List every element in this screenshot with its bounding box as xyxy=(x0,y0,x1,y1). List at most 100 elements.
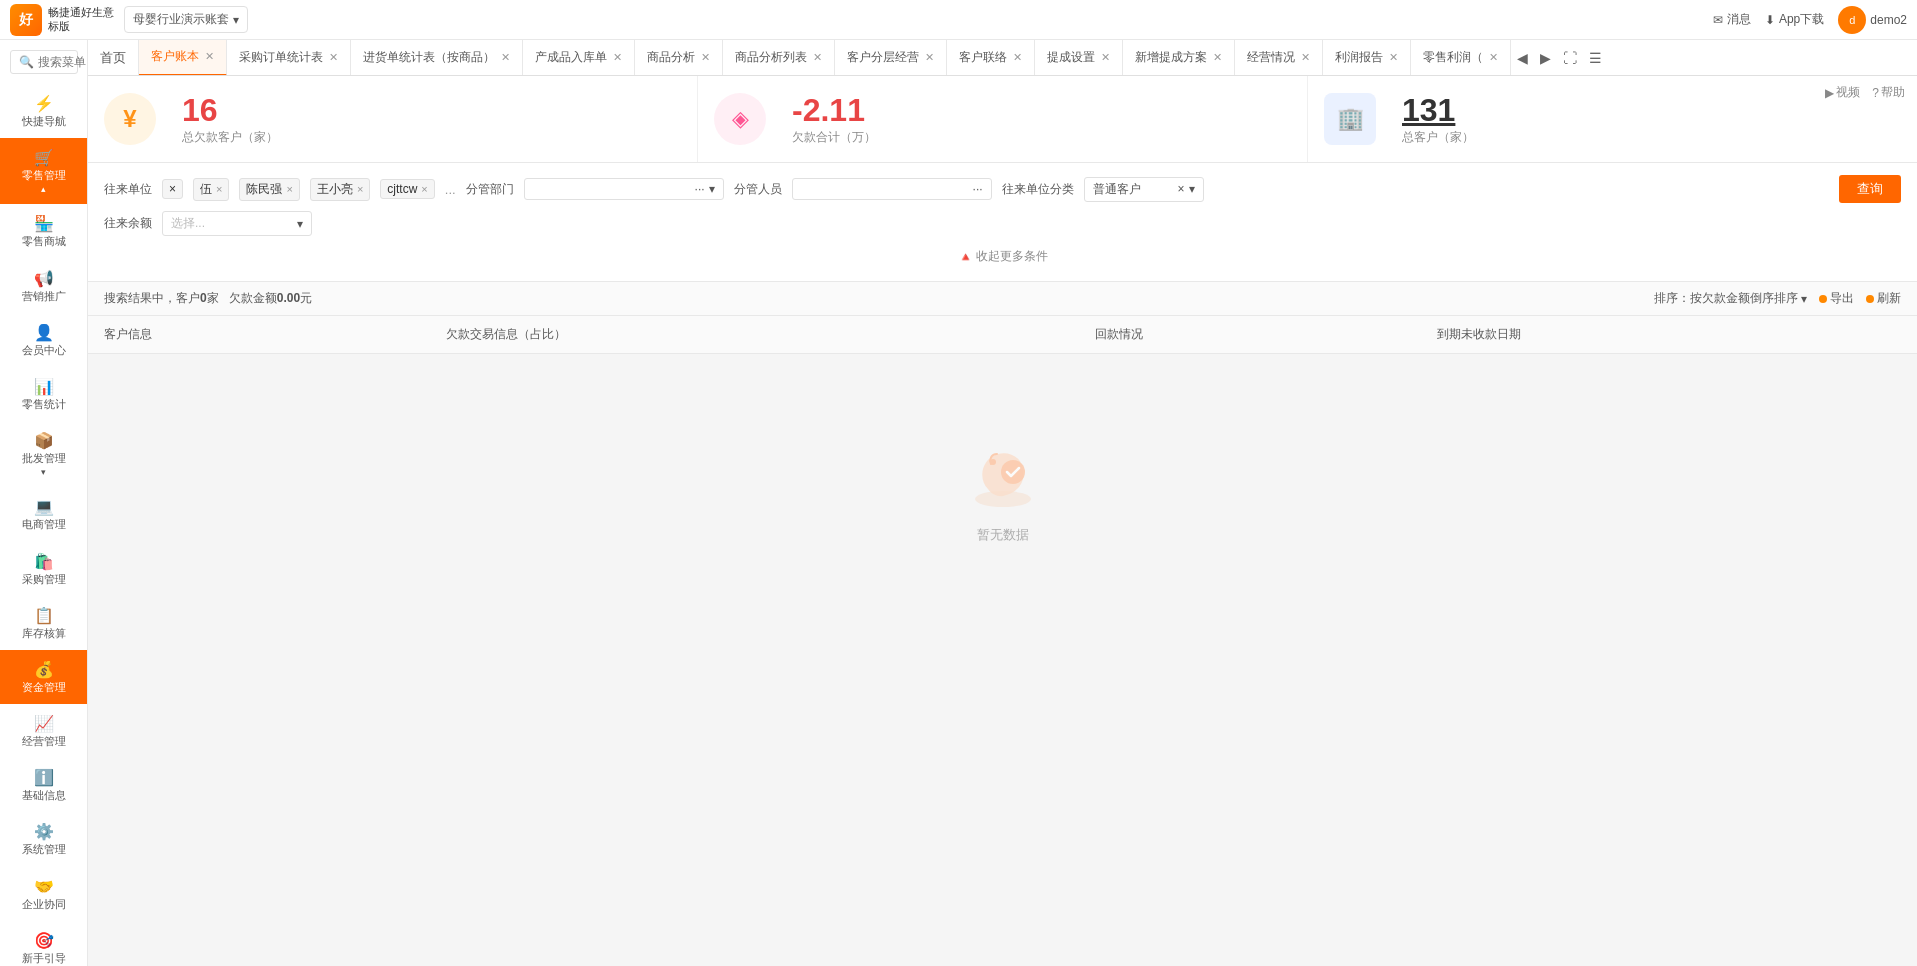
filter-more-btn[interactable]: ... xyxy=(445,182,456,197)
tab-close-purchase[interactable]: ✕ xyxy=(329,51,338,64)
tab-close-retail-profit[interactable]: ✕ xyxy=(1489,51,1498,64)
unit-class-label: 往来单位分类 xyxy=(1002,181,1074,198)
tab-prev-btn[interactable]: ◀ xyxy=(1511,40,1534,76)
sidebar-item-marketing[interactable]: 📢 营销推广 xyxy=(0,259,87,313)
sidebar-item-retail[interactable]: 🛒 零售管理 ▴ xyxy=(0,138,87,204)
sidebar-item-quick-nav[interactable]: ⚡ 快捷导航 xyxy=(0,84,87,138)
branch-dept-select[interactable]: ··· ▾ xyxy=(524,178,724,200)
app-wrapper: 好 畅捷通好生意 标版 母婴行业演示账套 ▾ ✉ 消息 ⬇ App下载 d de… xyxy=(0,0,1917,966)
finance-icon: 💰 xyxy=(34,660,54,679)
card1-bg-circle: ¥ xyxy=(104,93,156,145)
card3-value[interactable]: 131 xyxy=(1402,92,1893,129)
tab-customer-contact[interactable]: 客户联络 ✕ xyxy=(947,40,1035,76)
video-btn[interactable]: ▶ 视频 xyxy=(1825,84,1860,101)
tab-product-analysis-list[interactable]: 商品分析列表 ✕ xyxy=(723,40,835,76)
tab-purchase-order[interactable]: 采购订单统计表 ✕ xyxy=(227,40,351,76)
sidebar-item-member[interactable]: 👤 会员中心 xyxy=(0,313,87,367)
close-wang-tag[interactable]: × xyxy=(357,183,363,195)
help-btn[interactable]: ? 帮助 xyxy=(1872,84,1905,101)
system-icon: ⚙️ xyxy=(34,822,54,841)
sidebar-item-operations[interactable]: 📈 经营管理 xyxy=(0,704,87,758)
filter-tag-chen: 陈民强 × xyxy=(239,178,299,201)
collapse-btn[interactable]: 🔺 收起更多条件 xyxy=(958,248,1048,265)
query-button[interactable]: 查询 xyxy=(1839,175,1901,203)
content-area: 首页 客户账本 ✕ 采购订单统计表 ✕ 进货单统计表（按商品） ✕ 产成品入库单… xyxy=(88,40,1917,966)
export-btn[interactable]: 导出 xyxy=(1819,290,1854,307)
sidebar-item-retail-mall[interactable]: 🏪 零售商城 xyxy=(0,204,87,258)
tab-close-analysis-list[interactable]: ✕ xyxy=(813,51,822,64)
close-wu-tag[interactable]: × xyxy=(216,183,222,195)
app-download-btn[interactable]: ⬇ App下载 xyxy=(1765,11,1824,28)
company-unit-label: 往来单位 xyxy=(104,181,152,198)
wholesale-icon: 📦 xyxy=(34,431,54,450)
sidebar-item-basic-info[interactable]: ℹ️ 基础信息 xyxy=(0,758,87,812)
tab-menu-btn[interactable]: ☰ xyxy=(1583,40,1608,76)
sidebar-item-enterprise-collab[interactable]: 🤝 企业协同 xyxy=(0,867,87,921)
sidebar-item-purchase[interactable]: 🛍️ 采购管理 xyxy=(0,542,87,596)
card2-bg-circle: ◈ xyxy=(714,93,766,145)
branch-person-select[interactable]: ··· xyxy=(792,178,992,200)
sidebar-item-system[interactable]: ⚙️ 系统管理 xyxy=(0,812,87,866)
tab-next-btn[interactable]: ▶ xyxy=(1534,40,1557,76)
tab-product-analysis[interactable]: 商品分析 ✕ xyxy=(635,40,723,76)
tab-close-reminder[interactable]: ✕ xyxy=(1101,51,1110,64)
tab-close-customer-book[interactable]: ✕ xyxy=(205,50,214,63)
tab-profit-report[interactable]: 利润报告 ✕ xyxy=(1323,40,1411,76)
tab-close-analysis[interactable]: ✕ xyxy=(701,51,710,64)
sidebar-item-retail-stat[interactable]: 📊 零售统计 xyxy=(0,367,87,421)
sidebar-search-input[interactable] xyxy=(38,55,89,69)
unit-class-select[interactable]: 普通客户 × ▾ xyxy=(1084,177,1204,202)
sort-select[interactable]: 排序：按欠款金额倒序排序 ▾ xyxy=(1654,290,1807,307)
summary-card-debt: ◈ -2.11 欠款合计（万） xyxy=(698,76,1308,162)
expand-icon: ▴ xyxy=(41,184,46,194)
close-chen-tag[interactable]: × xyxy=(286,183,292,195)
tab-reminder-settings[interactable]: 提成设置 ✕ xyxy=(1035,40,1123,76)
marketing-icon: 📢 xyxy=(34,269,54,288)
sidebar-item-ecommerce[interactable]: 💻 电商管理 xyxy=(0,487,87,541)
retail-stat-icon: 📊 xyxy=(34,377,54,396)
remaining-select[interactable]: 选择... ▾ xyxy=(162,211,312,236)
tab-close-contact[interactable]: ✕ xyxy=(1013,51,1022,64)
tab-retail-profit[interactable]: 零售利润（ ✕ xyxy=(1411,40,1511,76)
sort-chevron-icon: ▾ xyxy=(1801,292,1807,306)
tab-operations[interactable]: 经营情况 ✕ xyxy=(1235,40,1323,76)
tab-fullscreen-btn[interactable]: ⛶ xyxy=(1557,40,1583,76)
filter-tag-wang: 王小亮 × xyxy=(310,178,370,201)
empty-text: 暂无数据 xyxy=(977,526,1029,544)
refresh-btn[interactable]: 刷新 xyxy=(1866,290,1901,307)
expand-down-icon: ▾ xyxy=(41,467,46,477)
tab-close-operations[interactable]: ✕ xyxy=(1301,51,1310,64)
export-dot xyxy=(1819,295,1827,303)
message-btn[interactable]: ✉ 消息 xyxy=(1713,11,1751,28)
tab-close-stock[interactable]: ✕ xyxy=(501,51,510,64)
tab-close-profit[interactable]: ✕ xyxy=(1389,51,1398,64)
company-selector[interactable]: 母婴行业演示账套 ▾ xyxy=(124,6,248,33)
tab-close-achievement[interactable]: ✕ xyxy=(1213,51,1222,64)
tab-close-segment[interactable]: ✕ xyxy=(925,51,934,64)
sidebar-item-inventory[interactable]: 📋 库存核算 xyxy=(0,596,87,650)
svg-point-1 xyxy=(1001,460,1025,484)
tab-home[interactable]: 首页 xyxy=(88,40,139,76)
sidebar: 🔍 ⚡ 快捷导航 🛒 零售管理 ▴ 🏪 零售商城 📢 营销推广 xyxy=(0,40,88,966)
sidebar-item-search[interactable]: 🔍 xyxy=(0,40,87,84)
basic-info-icon: ℹ️ xyxy=(34,768,54,787)
tab-customer-segment[interactable]: 客户分层经营 ✕ xyxy=(835,40,947,76)
tab-new-achievement[interactable]: 新增提成方案 ✕ xyxy=(1123,40,1235,76)
tab-close-product[interactable]: ✕ xyxy=(613,51,622,64)
sidebar-search-wrap: 🔍 xyxy=(10,50,78,74)
refresh-dot xyxy=(1866,295,1874,303)
card3-top-btns: ▶ 视频 ? 帮助 xyxy=(1825,84,1905,101)
unit-class-clear[interactable]: × xyxy=(1178,182,1185,196)
sidebar-item-wholesale[interactable]: 📦 批发管理 ▾ xyxy=(0,421,87,487)
user-profile-btn[interactable]: d demo2 xyxy=(1838,6,1907,34)
close-cjttcw-tag[interactable]: × xyxy=(421,183,427,195)
page-content: ¥ 16 总欠款客户（家） ◈ -2.11 xyxy=(88,76,1917,966)
sidebar-item-new-guide[interactable]: 🎯 新手引导 xyxy=(0,921,87,966)
retail-mall-icon: 🏪 xyxy=(34,214,54,233)
tab-customer-book[interactable]: 客户账本 ✕ xyxy=(139,40,227,76)
card2-bg-icon: ◈ xyxy=(732,106,749,132)
logo-area: 好 畅捷通好生意 标版 xyxy=(10,4,114,36)
sidebar-item-finance[interactable]: 💰 资金管理 xyxy=(0,650,87,704)
tab-product-instock[interactable]: 产成品入库单 ✕ xyxy=(523,40,635,76)
tab-stock-stat[interactable]: 进货单统计表（按商品） ✕ xyxy=(351,40,523,76)
